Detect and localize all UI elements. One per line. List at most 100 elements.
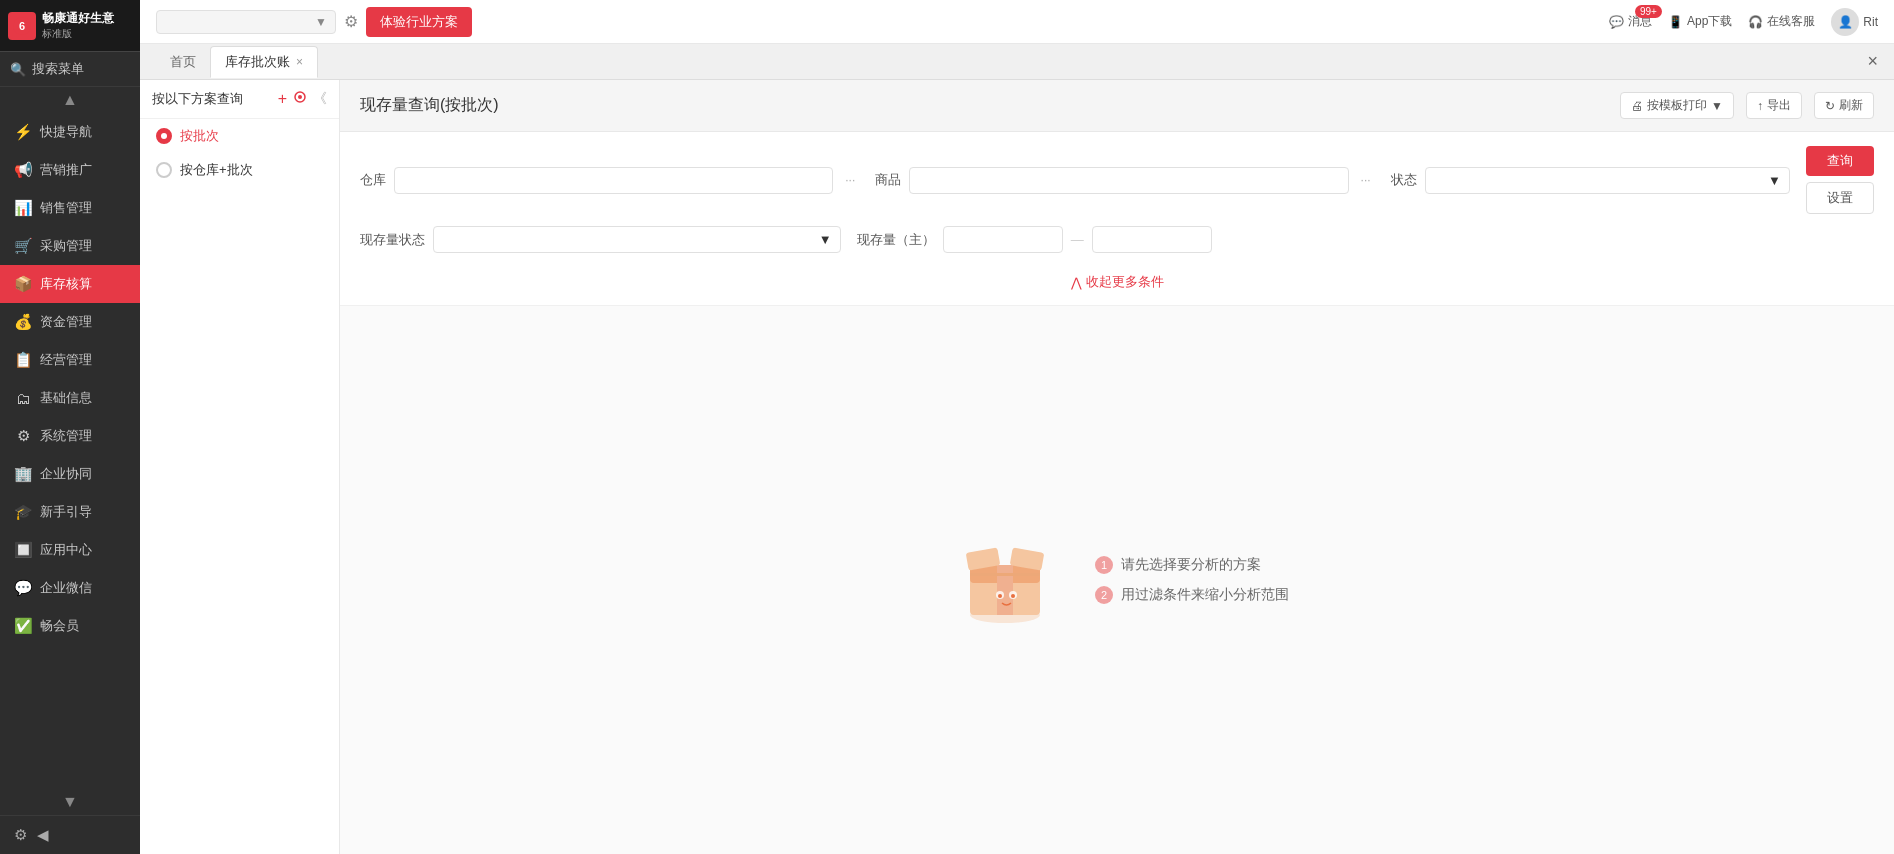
sales-icon: 📊 xyxy=(14,199,32,217)
sidebar-logo: 6 xyxy=(8,12,36,40)
tab-inventory-batch-label: 库存批次账 xyxy=(225,53,290,71)
stock-quantity-from[interactable] xyxy=(943,226,1063,253)
headset-icon: 🎧 xyxy=(1748,15,1763,29)
basic-icon: 🗂 xyxy=(14,390,32,407)
stock-quantity-to[interactable] xyxy=(1092,226,1212,253)
goods-label: 商品 xyxy=(875,171,901,189)
sidebar-item-quick-nav[interactable]: ⚡ 快捷导航 xyxy=(0,113,140,151)
query-btn[interactable]: 查询 xyxy=(1806,146,1874,176)
tab-bar: 首页 库存批次账 × × xyxy=(140,44,1894,80)
stock-status-label: 现存量状态 xyxy=(360,231,425,249)
status-label: 状态 xyxy=(1391,171,1417,189)
status-select[interactable]: ▼ xyxy=(1425,167,1790,194)
sidebar-item-label: 企业协同 xyxy=(40,465,92,483)
print-icon: 🖨 xyxy=(1631,99,1643,113)
sidebar-item-member[interactable]: ✅ 畅会员 xyxy=(0,607,140,645)
tab-inventory-batch[interactable]: 库存批次账 × xyxy=(210,46,318,78)
sidebar-item-newbie[interactable]: 🎓 新手引导 xyxy=(0,493,140,531)
export-icon: ↑ xyxy=(1757,99,1763,113)
collapse-sidebar-icon[interactable]: ◀ xyxy=(37,826,49,844)
search-icon: 🔍 xyxy=(10,62,26,77)
sidebar-header: 6 畅康通好生意 标准版 xyxy=(0,0,140,52)
goods-filter-group: 商品 ··· xyxy=(875,167,1374,194)
online-support-label: 在线客服 xyxy=(1767,13,1815,30)
app-download-label: App下载 xyxy=(1687,13,1732,30)
page-header: 现存量查询(按批次) 🖨 按模板打印 ▼ ↑ 导出 ↻ 刷新 xyxy=(340,80,1894,132)
sidebar-item-operation[interactable]: 📋 经营管理 xyxy=(0,341,140,379)
filter-area: 仓库 ··· 商品 ··· 状态 ▼ xyxy=(340,132,1894,306)
tab-home[interactable]: 首页 xyxy=(156,47,210,77)
tab-close-icon[interactable]: × xyxy=(296,55,303,69)
scroll-up-btn[interactable]: ▲ xyxy=(0,87,140,113)
svg-rect-8 xyxy=(970,573,1040,576)
newbie-icon: 🎓 xyxy=(14,503,32,521)
appstore-icon: 🔲 xyxy=(14,541,32,559)
svg-rect-7 xyxy=(997,565,1013,615)
quantity-divider: — xyxy=(1071,232,1084,247)
sidebar-item-purchase[interactable]: 🛒 采购管理 xyxy=(0,227,140,265)
topbar-search-input[interactable] xyxy=(165,15,311,29)
collapse-panel-icon[interactable]: 《 xyxy=(313,90,327,108)
sidebar-item-inventory[interactable]: 📦 库存核算 xyxy=(0,265,140,303)
settings-footer-icon[interactable]: ⚙ xyxy=(14,826,27,844)
sidebar-item-marketing[interactable]: 📢 营销推广 xyxy=(0,151,140,189)
sidebar-item-finance[interactable]: 💰 资金管理 xyxy=(0,303,140,341)
sidebar-search-label: 搜索菜单 xyxy=(32,60,84,78)
settings-schema-icon[interactable] xyxy=(293,90,307,108)
stock-status-select[interactable]: ▼ xyxy=(433,226,841,253)
messages-btn[interactable]: 💬 消息 99+ xyxy=(1609,13,1652,30)
sidebar-item-label: 企业微信 xyxy=(40,579,92,597)
sidebar-title-block: 畅康通好生意 标准版 xyxy=(42,10,114,41)
status-dropdown-icon: ▼ xyxy=(1768,173,1781,188)
tab-close-page-btn[interactable]: × xyxy=(1867,51,1878,72)
user-avatar-icon: 👤 xyxy=(1838,15,1853,29)
sidebar-footer: ⚙ ◀ xyxy=(0,815,140,854)
filter-row-2: 现存量状态 ▼ 现存量（主） — xyxy=(360,226,1874,253)
goods-input[interactable] xyxy=(909,167,1348,194)
app-download-btn[interactable]: 📱 App下载 xyxy=(1668,13,1732,30)
warehouse-more-icon[interactable]: ··· xyxy=(841,173,859,187)
sidebar-item-label: 系统管理 xyxy=(40,427,92,445)
sidebar-item-appstore[interactable]: 🔲 应用中心 xyxy=(0,531,140,569)
empty-state: 1 请先选择要分析的方案 2 用过滤条件来缩小分析范围 xyxy=(340,306,1894,854)
schema-item-by-batch[interactable]: 按批次 xyxy=(140,119,339,153)
empty-tip-1: 1 请先选择要分析的方案 xyxy=(1095,556,1289,574)
goods-more-icon[interactable]: ··· xyxy=(1357,173,1375,187)
topbar-gear-icon[interactable]: ⚙ xyxy=(344,12,358,31)
svg-point-3 xyxy=(298,95,302,99)
schema-dot-active xyxy=(156,128,172,144)
sidebar-item-system[interactable]: ⚙ 系统管理 xyxy=(0,417,140,455)
member-icon: ✅ xyxy=(14,617,32,635)
add-schema-icon[interactable]: + xyxy=(278,90,287,108)
left-panel: 按以下方案查询 + 《 按批次 按仓库+批次 xyxy=(140,80,340,854)
company-name: 畅康通好生意 xyxy=(42,10,114,27)
scroll-down-btn[interactable]: ▼ xyxy=(0,789,140,815)
sidebar-item-label: 资金管理 xyxy=(40,313,92,331)
collapse-more-btn[interactable]: ⋀ 收起更多条件 xyxy=(360,265,1874,291)
online-support-btn[interactable]: 🎧 在线客服 xyxy=(1748,13,1815,30)
schema-item-by-warehouse-batch[interactable]: 按仓库+批次 xyxy=(140,153,339,187)
tip-1-text: 请先选择要分析的方案 xyxy=(1121,556,1261,574)
sidebar-search-item[interactable]: 🔍 搜索菜单 xyxy=(0,52,140,87)
print-dropdown-icon[interactable]: ▼ xyxy=(1711,99,1723,113)
purchase-icon: 🛒 xyxy=(14,237,32,255)
sidebar-item-wechat[interactable]: 💬 企业微信 xyxy=(0,569,140,607)
sidebar-item-enterprise[interactable]: 🏢 企业协同 xyxy=(0,455,140,493)
print-template-btn[interactable]: 🖨 按模板打印 ▼ xyxy=(1620,92,1734,119)
user-profile-btn[interactable]: 👤 Rit xyxy=(1831,8,1878,36)
experience-btn[interactable]: 体验行业方案 xyxy=(366,7,472,37)
settings-btn[interactable]: 设置 xyxy=(1806,182,1874,214)
sidebar-item-sales[interactable]: 📊 销售管理 xyxy=(0,189,140,227)
schema-label: 按批次 xyxy=(180,127,219,145)
sidebar-nav: ⚡ 快捷导航 📢 营销推广 📊 销售管理 🛒 采购管理 📦 库存核算 💰 资金管… xyxy=(0,113,140,789)
enterprise-icon: 🏢 xyxy=(14,465,32,483)
sidebar-item-basic[interactable]: 🗂 基础信息 xyxy=(0,379,140,417)
topbar-dropdown-icon[interactable]: ▼ xyxy=(315,15,327,29)
tip-1-num: 1 xyxy=(1095,556,1113,574)
edition-label: 标准版 xyxy=(42,27,114,41)
left-panel-header: 按以下方案查询 + 《 xyxy=(140,80,339,119)
export-btn[interactable]: ↑ 导出 xyxy=(1746,92,1802,119)
refresh-btn[interactable]: ↻ 刷新 xyxy=(1814,92,1874,119)
sidebar-item-label: 基础信息 xyxy=(40,389,92,407)
warehouse-input[interactable] xyxy=(394,167,833,194)
